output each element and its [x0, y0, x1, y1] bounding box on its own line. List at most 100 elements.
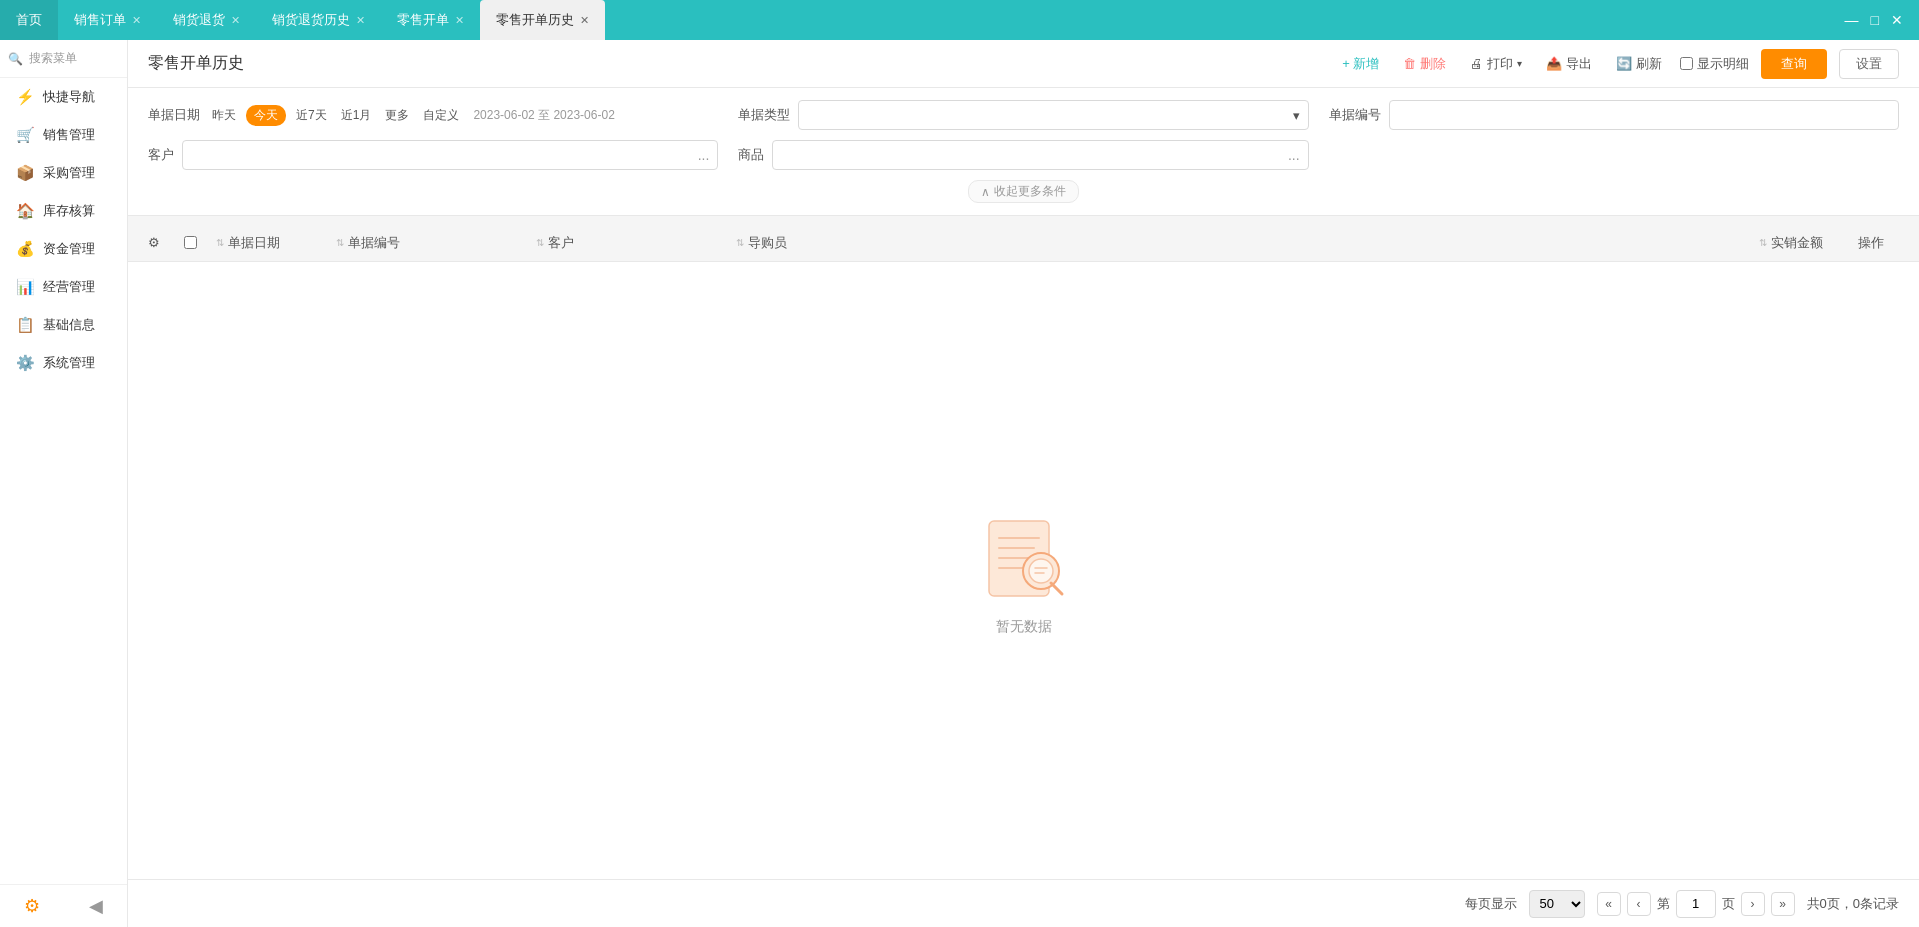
page-number-input[interactable]	[1676, 890, 1716, 918]
doc-no-input[interactable]	[1389, 100, 1899, 130]
th-order-no[interactable]: ⇅ 单据编号	[328, 234, 528, 252]
table-header: ⚙ ⇅ 单据日期 ⇅ 单据编号 ⇅ 客户 ⇅	[128, 224, 1919, 262]
collapse-row: ∧ 收起更多条件	[148, 180, 1899, 203]
date-btn-yesterday[interactable]: 昨天	[208, 105, 240, 126]
inventory-icon: 🏠	[16, 202, 35, 220]
date-btn-last7[interactable]: 近7天	[292, 105, 331, 126]
product-filter: 商品 ...	[738, 140, 1308, 170]
sidebar-item-label: 快捷导航	[43, 88, 95, 106]
query-button[interactable]: 查询	[1761, 49, 1827, 79]
export-icon: 📤	[1546, 56, 1562, 71]
add-button[interactable]: + 新增	[1336, 51, 1385, 77]
refresh-icon: 🔄	[1616, 56, 1632, 71]
th-guide[interactable]: ⇅ 导购员	[728, 234, 848, 252]
select-all-checkbox[interactable]	[184, 236, 197, 249]
sidebar-search-label: 搜索菜单	[29, 50, 77, 67]
sidebar-item-basic-info[interactable]: 📋 基础信息	[0, 306, 127, 344]
refresh-button[interactable]: 🔄 刷新	[1610, 51, 1668, 77]
purchase-mgmt-icon: 📦	[16, 164, 35, 182]
top-bar: 首页 销售订单 ✕ 销货退货 ✕ 销货退货历史 ✕ 零售开单 ✕ 零售开单历史 …	[0, 0, 1919, 40]
sidebar-search-inner[interactable]: 🔍 搜索菜单	[8, 50, 119, 67]
th-customer-sort-icon: ⇅	[536, 237, 544, 248]
print-icon: 🖨	[1470, 56, 1483, 71]
date-quick-buttons: 昨天 今天 近7天 近1月 更多 自定义 2023-06-02 至 2023-0…	[208, 105, 615, 126]
setting-button[interactable]: 设置	[1839, 49, 1899, 79]
tab-sales-return[interactable]: 销货退货 ✕	[157, 0, 256, 40]
th-amount-sort-icon: ⇅	[1759, 237, 1767, 248]
filter-row-2: 客户 ... 商品 ...	[148, 140, 1899, 170]
tab-sales-return-history[interactable]: 销货退货历史 ✕	[256, 0, 381, 40]
sidebar-settings-icon[interactable]: ⚙	[24, 895, 40, 917]
sys-mgmt-icon: ⚙️	[16, 354, 35, 372]
print-dropdown-icon[interactable]: ▾	[1517, 58, 1522, 69]
window-minimize[interactable]: —	[1845, 12, 1859, 28]
table-container: ⚙ ⇅ 单据日期 ⇅ 单据编号 ⇅ 客户 ⇅	[128, 224, 1919, 879]
doc-type-select[interactable]: ▾	[798, 100, 1308, 130]
content-area: 零售开单历史 + 新增 🗑 删除 🖨 打印 ▾ 📤 导出 🔄 刷新	[128, 40, 1919, 927]
last-page-button[interactable]: »	[1771, 892, 1795, 916]
sidebar-item-purchase-mgmt[interactable]: 📦 采购管理	[0, 154, 127, 192]
product-ellipsis-icon[interactable]: ...	[1288, 147, 1300, 163]
table-settings-icon[interactable]: ⚙	[148, 235, 160, 250]
date-btn-today[interactable]: 今天	[246, 105, 286, 126]
show-detail-checkbox-label: 显示明细	[1680, 55, 1749, 73]
collapse-up-icon: ∧	[981, 185, 990, 199]
operations-icon: 📊	[16, 278, 35, 296]
tab-sales-return-close[interactable]: ✕	[231, 14, 240, 27]
tab-sales-order[interactable]: 销售订单 ✕	[58, 0, 157, 40]
svg-line-7	[1051, 583, 1062, 594]
print-button[interactable]: 🖨 打印 ▾	[1464, 51, 1528, 77]
th-checkbox[interactable]	[172, 236, 208, 249]
sidebar-item-operations[interactable]: 📊 经营管理	[0, 268, 127, 306]
tab-sales-return-history-close[interactable]: ✕	[356, 14, 365, 27]
customer-label: 客户	[148, 146, 174, 164]
th-customer[interactable]: ⇅ 客户	[528, 234, 728, 252]
tab-sales-order-close[interactable]: ✕	[132, 14, 141, 27]
tab-retail-history-close[interactable]: ✕	[580, 14, 589, 27]
date-filter-label: 单据日期	[148, 106, 200, 124]
product-label: 商品	[738, 146, 764, 164]
pagination-bar: 每页显示 10 20 50 100 « ‹ 第 页 › » 共0页，0条记录	[128, 879, 1919, 927]
sidebar-item-quick-nav[interactable]: ⚡ 快捷导航	[0, 78, 127, 116]
customer-filter: 客户 ...	[148, 140, 718, 170]
sidebar-item-label: 经营管理	[43, 278, 95, 296]
basic-info-icon: 📋	[16, 316, 35, 334]
sales-mgmt-icon: 🛒	[16, 126, 35, 144]
window-close[interactable]: ✕	[1891, 12, 1903, 28]
window-controls: — □ ✕	[1845, 12, 1919, 28]
tab-retail-open-close[interactable]: ✕	[455, 14, 464, 27]
total-info: 共0页，0条记录	[1807, 895, 1899, 913]
sidebar-search-area[interactable]: 🔍 搜索菜单	[0, 40, 127, 78]
sidebar-item-sales-mgmt[interactable]: 🛒 销售管理	[0, 116, 127, 154]
date-btn-last-month[interactable]: 近1月	[337, 105, 376, 126]
page-label-prefix: 第	[1657, 895, 1670, 913]
sidebar-item-inventory[interactable]: 🏠 库存核算	[0, 192, 127, 230]
product-select[interactable]: ...	[772, 140, 1308, 170]
first-page-button[interactable]: «	[1597, 892, 1621, 916]
page-size-select[interactable]: 10 20 50 100	[1529, 890, 1585, 918]
empty-state: 暂无数据	[128, 262, 1919, 879]
show-detail-checkbox[interactable]	[1680, 57, 1693, 70]
customer-select[interactable]: ...	[182, 140, 718, 170]
tab-retail-history[interactable]: 零售开单历史 ✕	[480, 0, 605, 40]
sidebar-collapse-icon[interactable]: ◀	[89, 895, 103, 917]
customer-ellipsis-icon[interactable]: ...	[698, 147, 710, 163]
sidebar-item-sys-mgmt[interactable]: ⚙️ 系统管理	[0, 344, 127, 382]
delete-button[interactable]: 🗑 删除	[1397, 51, 1452, 77]
tab-retail-open[interactable]: 零售开单 ✕	[381, 0, 480, 40]
prev-page-button[interactable]: ‹	[1627, 892, 1651, 916]
export-button[interactable]: 📤 导出	[1540, 51, 1598, 77]
next-page-button[interactable]: ›	[1741, 892, 1765, 916]
page-title: 零售开单历史	[148, 53, 244, 74]
tab-home[interactable]: 首页	[0, 0, 58, 40]
date-btn-custom[interactable]: 自定义	[419, 105, 463, 126]
window-maximize[interactable]: □	[1871, 12, 1879, 28]
th-date[interactable]: ⇅ 单据日期	[208, 234, 328, 252]
date-filter: 单据日期 昨天 今天 近7天 近1月 更多 自定义 2023-06-02 至 2…	[148, 105, 718, 126]
date-btn-more[interactable]: 更多	[381, 105, 413, 126]
collapse-button[interactable]: ∧ 收起更多条件	[968, 180, 1079, 203]
th-settings[interactable]: ⚙	[136, 235, 172, 250]
search-icon: 🔍	[8, 52, 23, 66]
th-amount[interactable]: ⇅ 实销金额	[1711, 234, 1831, 252]
sidebar-item-finance[interactable]: 💰 资金管理	[0, 230, 127, 268]
